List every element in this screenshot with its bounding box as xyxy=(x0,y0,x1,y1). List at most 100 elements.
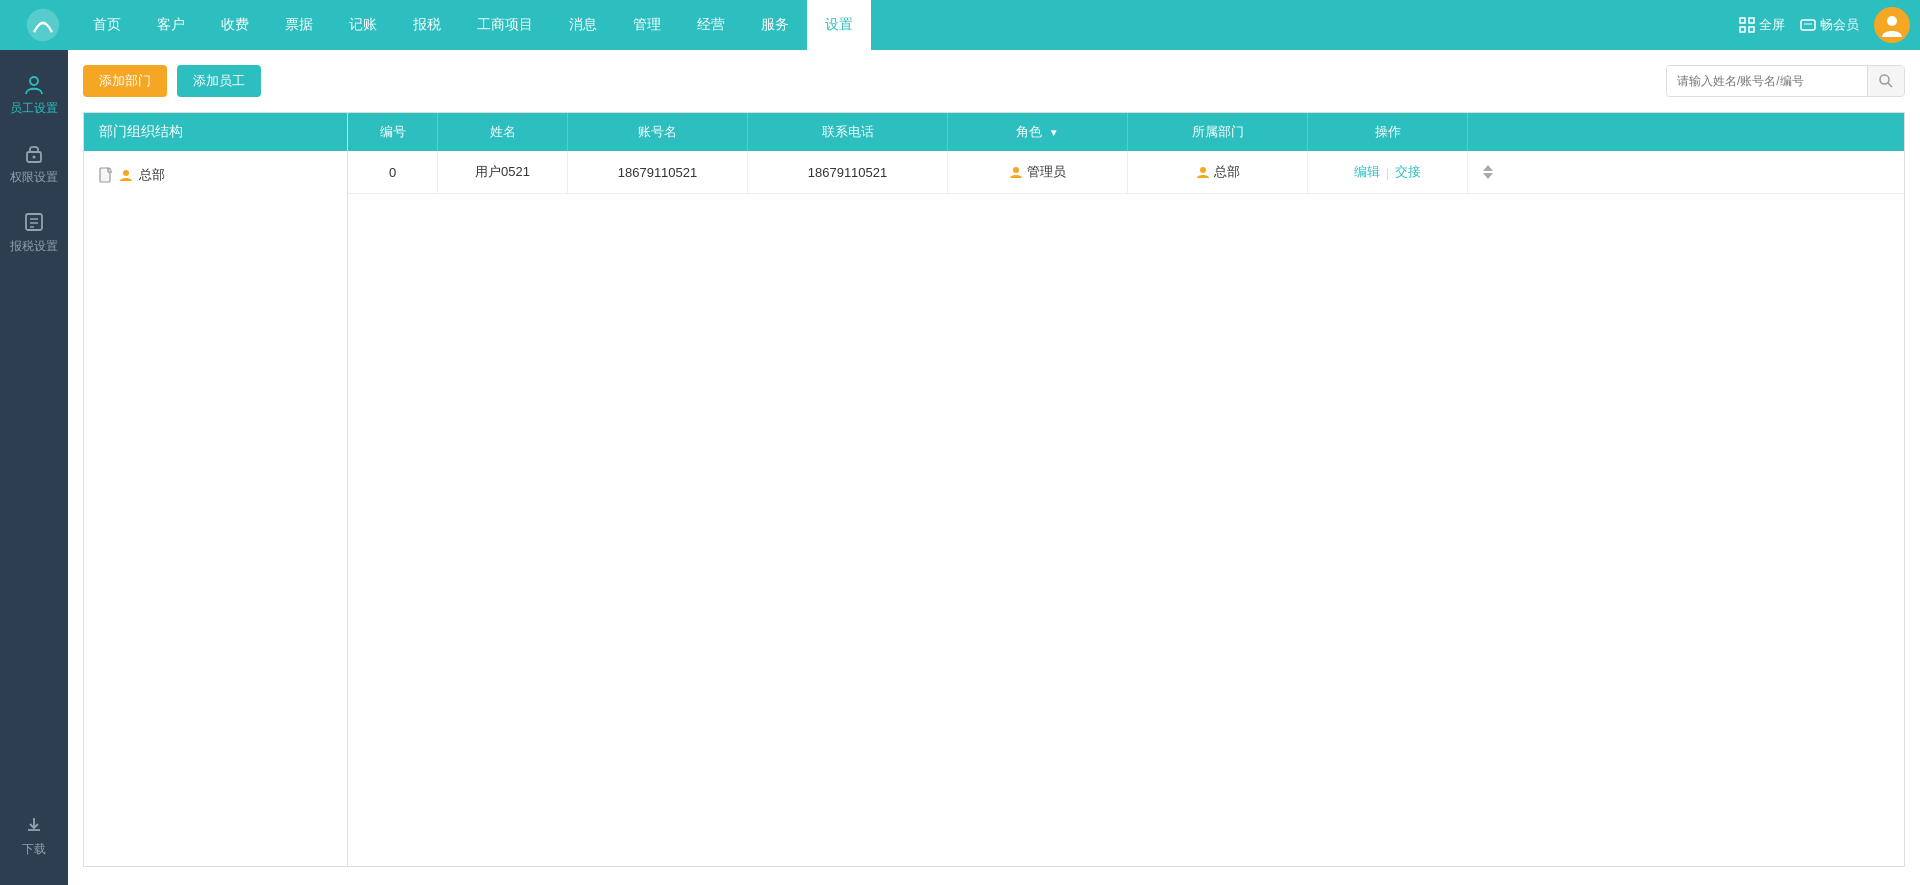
td-account: 18679110521 xyxy=(568,151,748,193)
table-header: 编号 姓名 账号名 联系电话 角色 ▼ 所属部门 操作 xyxy=(348,113,1904,151)
avatar-icon xyxy=(1878,11,1906,39)
svg-rect-2 xyxy=(1749,18,1754,23)
content-area: 添加部门 添加员工 部门组织结构 xyxy=(68,50,1920,885)
table-body: 0 用户0521 18679110521 18679110521 管理 xyxy=(348,151,1904,866)
td-scroll xyxy=(1468,151,1508,193)
logo-area xyxy=(10,7,75,43)
vip-label: 畅会员 xyxy=(1820,16,1859,34)
nav-item-operation[interactable]: 经营 xyxy=(679,0,743,50)
td-dept-label: 总部 xyxy=(1214,163,1240,181)
sidebar-item-employee-label: 员工设置 xyxy=(10,100,58,117)
th-scroll xyxy=(1468,113,1508,151)
dept-tree: 部门组织结构 xyxy=(83,112,348,867)
nav-item-fee[interactable]: 收费 xyxy=(203,0,267,50)
nav-item-bill[interactable]: 票据 xyxy=(267,0,331,50)
svg-point-10 xyxy=(33,156,36,159)
dept-doc-icon xyxy=(99,167,113,183)
download-icon xyxy=(22,813,46,837)
svg-point-19 xyxy=(1013,167,1019,173)
toolbar: 添加部门 添加员工 xyxy=(83,65,1905,97)
add-employee-button[interactable]: 添加员工 xyxy=(177,65,261,97)
td-role-label: 管理员 xyxy=(1027,163,1066,181)
table-row: 0 用户0521 18679110521 18679110521 管理 xyxy=(348,151,1904,194)
vip-button[interactable]: 畅会员 xyxy=(1800,16,1859,34)
th-phone: 联系电话 xyxy=(748,113,948,151)
svg-point-0 xyxy=(26,9,58,41)
svg-point-8 xyxy=(30,77,38,85)
th-action: 操作 xyxy=(1308,113,1468,151)
search-button[interactable] xyxy=(1867,66,1904,96)
td-name: 用户0521 xyxy=(438,151,568,193)
nav-item-accounting[interactable]: 记账 xyxy=(331,0,395,50)
transfer-button[interactable]: 交接 xyxy=(1395,163,1421,181)
svg-rect-4 xyxy=(1749,27,1754,32)
svg-point-18 xyxy=(123,170,129,176)
th-number: 编号 xyxy=(348,113,438,151)
scroll-controls xyxy=(1479,161,1497,183)
th-name: 姓名 xyxy=(438,113,568,151)
nav-item-message[interactable]: 消息 xyxy=(551,0,615,50)
taxsettings-icon xyxy=(22,210,46,234)
svg-line-16 xyxy=(1888,83,1892,87)
td-dept: 总部 xyxy=(1128,151,1308,193)
svg-point-20 xyxy=(1200,167,1206,173)
nav-item-tax[interactable]: 报税 xyxy=(395,0,459,50)
employee-table: 编号 姓名 账号名 联系电话 角色 ▼ 所属部门 操作 0 用户0521 xyxy=(348,112,1905,867)
add-dept-button[interactable]: 添加部门 xyxy=(83,65,167,97)
svg-point-15 xyxy=(1880,75,1889,84)
main-layout: 员工设置 权限设置 报税设置 xyxy=(0,50,1920,885)
th-role-label: 角色 xyxy=(1016,124,1042,139)
search-icon xyxy=(1878,73,1894,89)
edit-button[interactable]: 编辑 xyxy=(1354,163,1380,181)
search-input[interactable] xyxy=(1667,66,1867,96)
th-role[interactable]: 角色 ▼ xyxy=(948,113,1128,151)
nav-item-manage[interactable]: 管理 xyxy=(615,0,679,50)
dept-person-icon xyxy=(119,168,133,182)
filter-icon: ▼ xyxy=(1049,127,1059,138)
dept-tree-item-label: 总部 xyxy=(139,166,165,184)
dept-tree-header: 部门组织结构 xyxy=(84,113,347,151)
scroll-up-button[interactable] xyxy=(1483,165,1493,171)
top-navigation: 首页 客户 收费 票据 记账 报税 工商项目 消息 管理 经营 服务 设置 全屏 xyxy=(0,0,1920,50)
td-number: 0 xyxy=(348,151,438,193)
svg-rect-3 xyxy=(1740,27,1745,32)
nav-item-settings[interactable]: 设置 xyxy=(807,0,871,50)
permission-icon xyxy=(22,141,46,165)
td-phone: 18679110521 xyxy=(748,151,948,193)
employee-icon xyxy=(22,72,46,96)
scroll-down-button[interactable] xyxy=(1483,173,1493,179)
svg-point-7 xyxy=(1887,16,1897,26)
fullscreen-icon xyxy=(1739,17,1755,33)
dept-person-icon-row xyxy=(1196,165,1210,179)
th-dept: 所属部门 xyxy=(1128,113,1308,151)
nav-item-service[interactable]: 服务 xyxy=(743,0,807,50)
fullscreen-label: 全屏 xyxy=(1759,16,1785,34)
th-account: 账号名 xyxy=(568,113,748,151)
nav-item-home[interactable]: 首页 xyxy=(75,0,139,50)
nav-item-customer[interactable]: 客户 xyxy=(139,0,203,50)
logo-icon xyxy=(25,7,61,43)
avatar[interactable] xyxy=(1874,7,1910,43)
vip-icon xyxy=(1800,17,1816,33)
nav-right: 全屏 畅会员 xyxy=(1739,7,1910,43)
sidebar-item-permission[interactable]: 权限设置 xyxy=(0,129,68,198)
sidebar-item-download[interactable]: 下载 xyxy=(0,801,68,870)
td-role: 管理员 xyxy=(948,151,1128,193)
fullscreen-button[interactable]: 全屏 xyxy=(1739,16,1785,34)
sidebar: 员工设置 权限设置 报税设置 xyxy=(0,50,68,885)
sidebar-item-employee[interactable]: 员工设置 xyxy=(0,60,68,129)
sidebar-item-taxsettings-label: 报税设置 xyxy=(10,238,58,255)
dept-tree-item-headquarters[interactable]: 总部 xyxy=(94,161,337,189)
role-person-icon xyxy=(1009,165,1023,179)
td-action: 编辑 | 交接 xyxy=(1308,151,1468,193)
nav-item-business[interactable]: 工商项目 xyxy=(459,0,551,50)
nav-items: 首页 客户 收费 票据 记账 报税 工商项目 消息 管理 经营 服务 设置 xyxy=(75,0,1739,50)
svg-rect-5 xyxy=(1801,20,1815,30)
panel-layout: 部门组织结构 xyxy=(83,112,1905,867)
search-area xyxy=(1666,65,1905,97)
sidebar-item-taxsettings[interactable]: 报税设置 xyxy=(0,198,68,267)
dept-tree-body: 总部 xyxy=(84,151,347,199)
sidebar-bottom-label: 下载 xyxy=(22,841,46,858)
svg-rect-1 xyxy=(1740,18,1745,23)
sidebar-bottom: 下载 xyxy=(0,801,68,885)
